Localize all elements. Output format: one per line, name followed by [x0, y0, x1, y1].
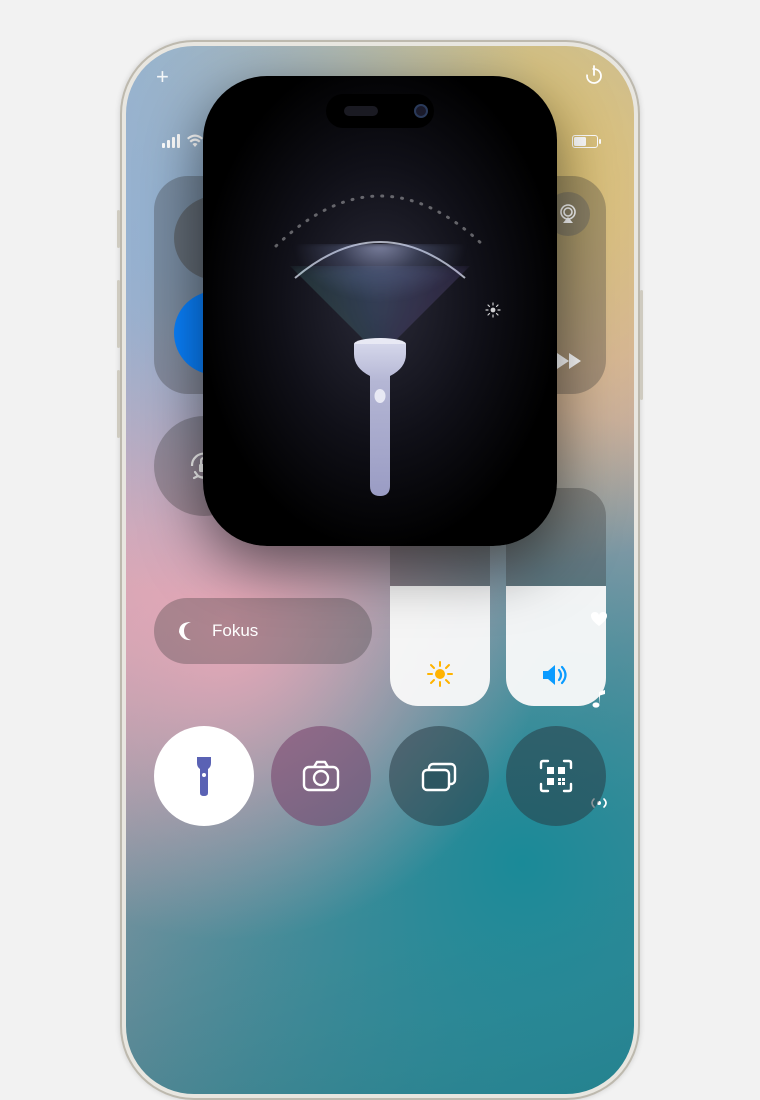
focus-label: Fokus — [212, 621, 258, 641]
wifi-status-icon — [186, 134, 204, 148]
add-control-icon[interactable]: + — [156, 64, 169, 90]
screen-mirroring-button[interactable] — [389, 726, 489, 826]
speaker-icon — [541, 662, 571, 688]
focus-button[interactable]: Fokus — [154, 598, 372, 664]
favorites-page-indicator[interactable] — [586, 606, 612, 632]
screen: + — [126, 46, 634, 1094]
sun-icon — [426, 660, 454, 688]
flashlight-button[interactable] — [154, 726, 254, 826]
power-icon[interactable] — [584, 64, 604, 90]
volume-up-button — [117, 280, 120, 348]
battery-icon — [572, 135, 598, 148]
qr-icon — [537, 757, 575, 795]
volume-down-button — [117, 370, 120, 438]
music-note-icon — [592, 690, 606, 708]
qr-scanner-button[interactable] — [506, 726, 606, 826]
action-button — [117, 210, 120, 248]
airplay-icon — [557, 203, 579, 225]
side-button — [640, 290, 643, 400]
media-next-button[interactable] — [555, 352, 581, 372]
moon-icon — [176, 620, 198, 642]
cellular-signal-icon — [162, 134, 180, 148]
intensity-indicator-icon — [485, 302, 501, 318]
quick-action-row — [154, 726, 606, 826]
dynamic-island — [326, 94, 434, 128]
camera-button[interactable] — [271, 726, 371, 826]
flashlight-icon — [191, 755, 217, 797]
camera-icon — [301, 760, 341, 792]
flashlight-intensity-overlay[interactable] — [203, 76, 557, 546]
iphone-frame: + — [120, 40, 640, 1100]
heart-icon — [590, 611, 608, 627]
island-pill — [344, 106, 378, 116]
music-page-indicator[interactable] — [586, 686, 612, 712]
screen-mirror-icon — [419, 760, 459, 792]
flashlight-large-icon — [350, 338, 410, 498]
front-camera-icon — [414, 104, 428, 118]
